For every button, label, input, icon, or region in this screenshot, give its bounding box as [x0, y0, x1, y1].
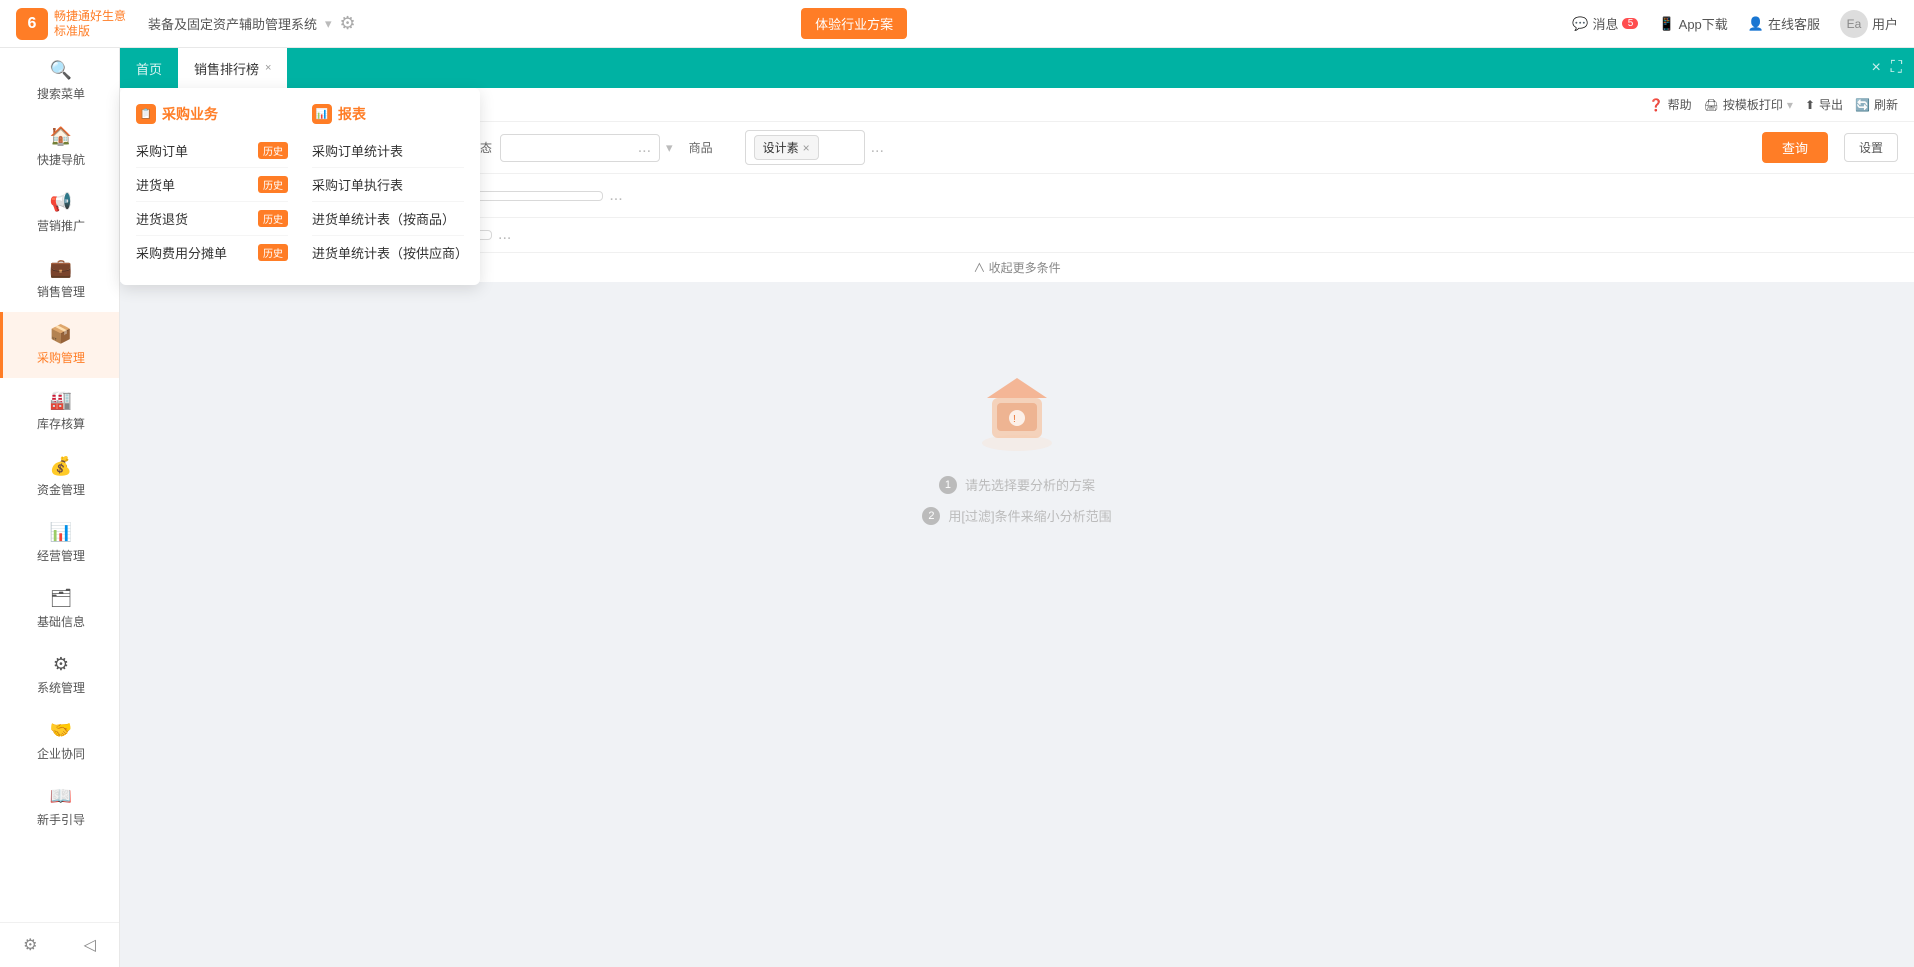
- purchase-expense-item[interactable]: 采购费用分摊单 历史: [136, 236, 288, 269]
- basic-info-icon: 🗂: [50, 588, 73, 609]
- export-icon: ⬆: [1805, 98, 1815, 112]
- tab-close-window-icon[interactable]: ×: [1871, 59, 1880, 77]
- purchase-col-icon: 📋: [136, 104, 156, 124]
- sidebar-item-search[interactable]: 🔍 搜索菜单: [0, 48, 119, 114]
- sales-icon: 💼: [50, 258, 72, 279]
- setting-btn[interactable]: 设置: [1844, 133, 1898, 162]
- report-order-exec-item[interactable]: 采购订单执行表: [312, 168, 464, 202]
- enterprise-icon: 🤝: [50, 720, 72, 741]
- message-item[interactable]: 💬 消息 5: [1572, 14, 1638, 33]
- purchase-in-history: 历史: [258, 176, 288, 193]
- print-icon: 🖨: [1704, 98, 1719, 112]
- sidebar-item-operation[interactable]: 📊 经营管理: [0, 510, 119, 576]
- topbar-right: 💬 消息 5 📱 App下载 👤 在线客服 Ea 用户: [1572, 10, 1898, 38]
- goods-tag: 设计素 ×: [754, 135, 819, 160]
- empty-hint-2: 2 用[过滤]条件来缩小分析范围: [922, 506, 1111, 525]
- print-btn[interactable]: 🖨 按模板打印 ▾: [1704, 96, 1793, 113]
- goods-more[interactable]: ...: [871, 139, 884, 157]
- system-title: 装备及固定资产辅助管理系统 ▾ ⚙: [148, 13, 789, 34]
- sidebar-item-sales[interactable]: 💼 销售管理: [0, 246, 119, 312]
- sidebar-item-basic-info[interactable]: 🗂 基础信息: [0, 576, 119, 642]
- tab-bar: 首页 销售排行榜 × × ⛶: [120, 48, 1914, 88]
- search-icon: 🔍: [50, 60, 72, 81]
- message-badge: 5: [1622, 18, 1638, 29]
- sidebar-item-inventory[interactable]: 🏭 库存核算: [0, 378, 119, 444]
- logo: 6 畅捷通好生意 标准版: [16, 8, 136, 40]
- goods-tag-remove[interactable]: ×: [803, 141, 810, 155]
- system-icon: ⚙: [53, 654, 69, 675]
- salesman-more[interactable]: ...: [609, 187, 622, 205]
- refresh-icon: 🔄: [1855, 98, 1870, 112]
- report-col-header: 📊 报表: [312, 104, 464, 124]
- purchase-icon: 📦: [50, 324, 72, 345]
- dropdown-col-report: 📊 报表 采购订单统计表 采购订单执行表 进货单统计表（按商品） 进货单统计表（…: [312, 104, 464, 269]
- svg-text:!: !: [1013, 414, 1016, 425]
- home-icon: 🏠: [50, 126, 72, 147]
- settings-icon[interactable]: ⚙: [340, 13, 356, 34]
- avatar: Ea: [1840, 10, 1868, 38]
- purchase-order-history: 历史: [258, 142, 288, 159]
- sidebar-item-quick-nav[interactable]: 🏠 快捷导航: [0, 114, 119, 180]
- phone-icon: 📱: [1658, 16, 1674, 32]
- purchase-expense-history: 历史: [258, 244, 288, 261]
- help-btn[interactable]: ❓ 帮助: [1649, 96, 1692, 113]
- report-order-stat-item[interactable]: 采购订单统计表: [312, 134, 464, 168]
- goods-field: 商品 设计素 × ...: [689, 130, 884, 165]
- sidebar-item-system[interactable]: ⚙ 系统管理: [0, 642, 119, 708]
- online-service-item[interactable]: 👤 在线客服: [1748, 14, 1820, 33]
- order-status-more[interactable]: ...: [638, 139, 651, 157]
- guide-icon: 📖: [50, 786, 72, 807]
- dropdown-cols: 📋 采购业务 采购订单 历史 进货单 历史 进货退货 历史 采购费用分摊单: [136, 104, 464, 269]
- sidebar-collapse-icon[interactable]: ◁: [84, 935, 96, 955]
- tab-bar-right: × ⛶: [1871, 59, 1914, 77]
- empty-illustration: !: [967, 363, 1067, 463]
- empty-state: ! 1 请先选择要分析的方案 2 用[过滤]条件来缩小分析范围: [120, 283, 1914, 605]
- refresh-btn[interactable]: 🔄 刷新: [1855, 96, 1898, 113]
- finance-icon: 💰: [50, 456, 72, 477]
- user-item[interactable]: Ea 用户: [1840, 10, 1898, 38]
- operation-icon: 📊: [50, 522, 72, 543]
- logo-text: 畅捷通好生意 标准版: [54, 9, 126, 38]
- purchase-in-item[interactable]: 进货单 历史: [136, 168, 288, 202]
- tab-home[interactable]: 首页: [120, 48, 178, 88]
- tab-close-icon[interactable]: ×: [265, 62, 271, 74]
- logo-icon: 6: [16, 8, 48, 40]
- message-icon: 💬: [1572, 16, 1588, 32]
- purchase-return-item[interactable]: 进货退货 历史: [136, 202, 288, 236]
- inventory-icon: 🏭: [50, 390, 72, 411]
- tab-maximize-icon[interactable]: ⛶: [1891, 59, 1902, 77]
- service-icon: 👤: [1748, 16, 1764, 32]
- goods-input[interactable]: 设计素 ×: [745, 130, 865, 165]
- export-btn[interactable]: ⬆ 导出: [1805, 96, 1843, 113]
- app-download-item[interactable]: 📱 App下载: [1658, 14, 1727, 33]
- goods-label: 商品: [689, 139, 739, 156]
- sidebar-item-enterprise[interactable]: 🤝 企业协同: [0, 708, 119, 774]
- report-in-goods-item[interactable]: 进货单统计表（按商品）: [312, 202, 464, 236]
- sidebar-item-guide[interactable]: 📖 新手引导: [0, 774, 119, 840]
- order-status-input[interactable]: ...: [500, 134, 660, 162]
- empty-hint-1: 1 请先选择要分析的方案: [939, 475, 1095, 494]
- sidebar-item-purchase[interactable]: 📦 采购管理: [0, 312, 119, 378]
- help-icon: ❓: [1649, 98, 1664, 112]
- purchase-return-history: 历史: [258, 210, 288, 227]
- sidebar-item-finance[interactable]: 💰 资金管理: [0, 444, 119, 510]
- customer-more[interactable]: ...: [498, 226, 511, 244]
- purchase-dropdown-menu: 📋 采购业务 采购订单 历史 进货单 历史 进货退货 历史 采购费用分摊单: [120, 88, 480, 285]
- sidebar-bottom: ⚙ ◁: [0, 922, 119, 967]
- marketing-icon: 📢: [50, 192, 72, 213]
- sidebar: 🔍 搜索菜单 🏠 快捷导航 📢 营销推广 💼 销售管理 📦 采购管理 🏭: [0, 48, 120, 967]
- order-status-arrow[interactable]: ▾: [666, 140, 673, 156]
- report-col-icon: 📊: [312, 104, 332, 124]
- query-btn[interactable]: 查询: [1762, 132, 1828, 163]
- print-dropdown-icon[interactable]: ▾: [1787, 98, 1793, 112]
- report-in-supplier-item[interactable]: 进货单统计表（按供应商）: [312, 236, 464, 269]
- sidebar-settings-icon[interactable]: ⚙: [23, 935, 37, 955]
- tab-sales-rank[interactable]: 销售排行榜 ×: [178, 48, 287, 88]
- dropdown-col-purchase: 📋 采购业务 采购订单 历史 进货单 历史 进货退货 历史 采购费用分摊单: [136, 104, 288, 269]
- purchase-col-header: 📋 采购业务: [136, 104, 288, 124]
- sidebar-item-marketing[interactable]: 📢 营销推广: [0, 180, 119, 246]
- title-dropdown-arrow[interactable]: ▾: [325, 16, 332, 32]
- purchase-order-item[interactable]: 采购订单 历史: [136, 134, 288, 168]
- industry-btn[interactable]: 体验行业方案: [801, 8, 907, 39]
